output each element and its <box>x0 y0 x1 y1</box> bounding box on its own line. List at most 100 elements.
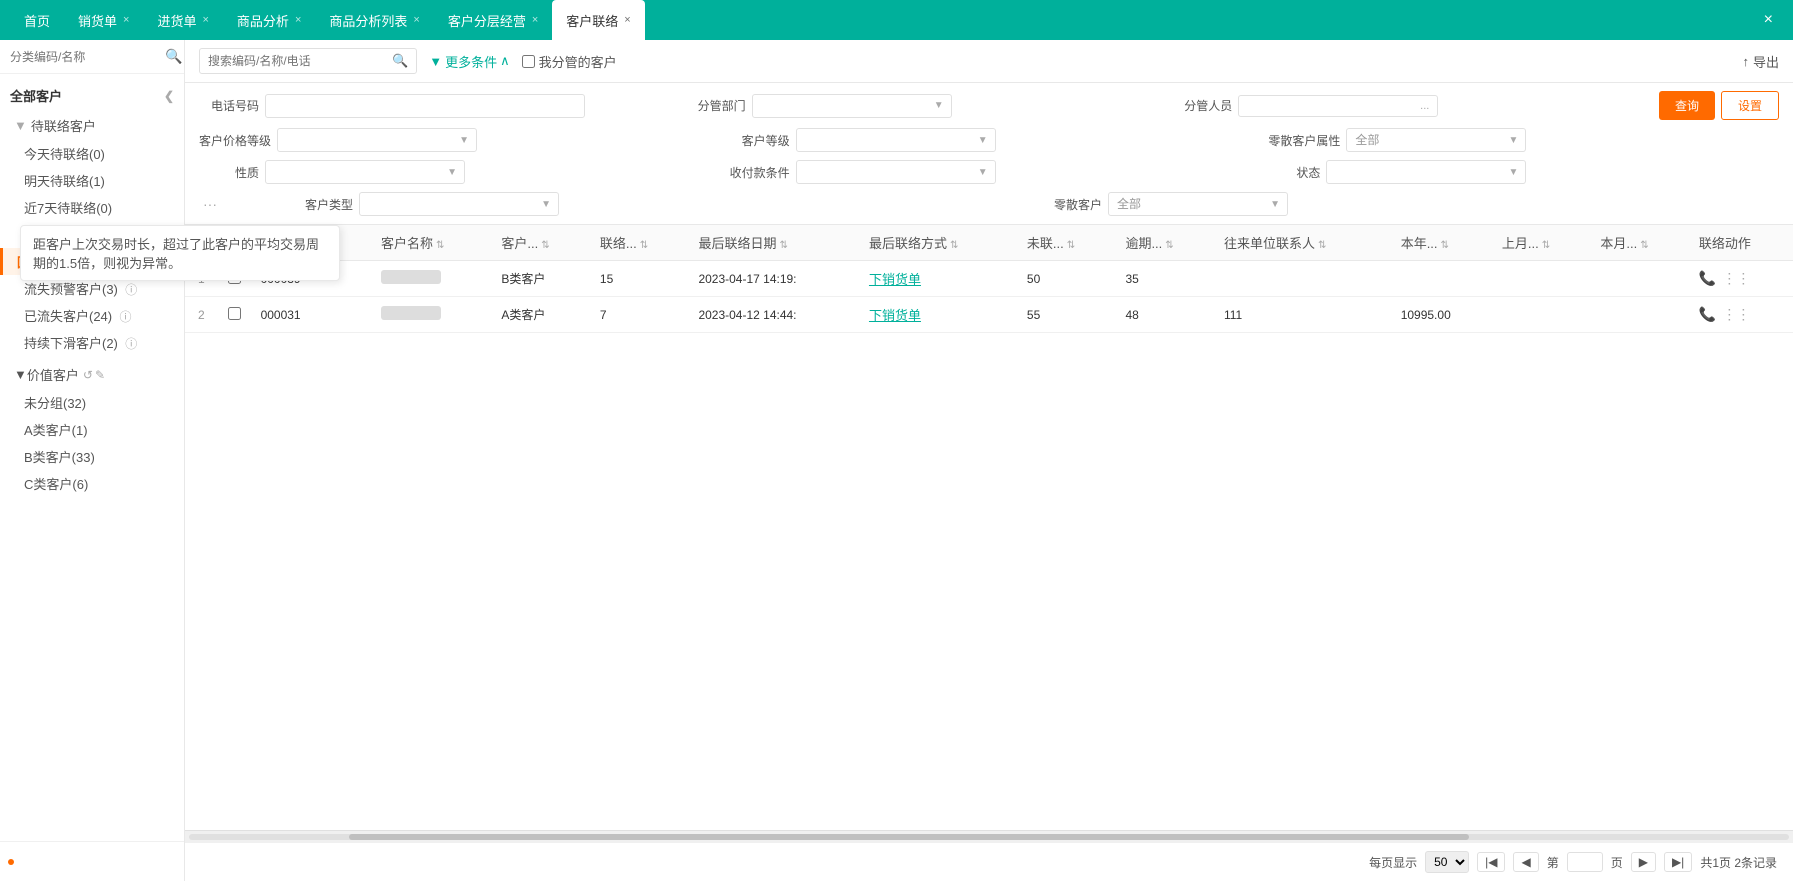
row1-more-icon[interactable]: ⋮⋮ <box>1722 270 1750 287</box>
customer-type-select[interactable] <box>359 192 559 216</box>
close-all-tabs-button[interactable]: × <box>1754 11 1783 29</box>
sidebar-item-tomorrow[interactable]: 明天待联络(1) <box>0 167 184 194</box>
dept-select[interactable] <box>752 94 952 118</box>
row2-last-method[interactable]: 下销货单 <box>859 297 1017 333</box>
filter-row-4: ··· 客户类型 ▼ 零散客户 全部 ▼ <box>199 192 1779 216</box>
close-customer-contact-icon[interactable]: × <box>624 14 630 26</box>
more-filter-btn[interactable]: ··· <box>199 196 221 212</box>
row1-overdue: 35 <box>1115 261 1214 297</box>
gender-select[interactable] <box>265 160 465 184</box>
sidebar-item-a-class[interactable]: A类客户(1) <box>0 416 184 443</box>
sidebar-tree: 全部客户 ❮ ▼ 待联络客户 今天待联络(0) 明天待联络(1) 近7天待联络(… <box>0 74 184 841</box>
scroll-thumb[interactable] <box>349 834 1469 840</box>
row2-num: 2 <box>185 297 218 333</box>
sidebar-item-7days[interactable]: 近7天待联络(0) <box>0 194 184 221</box>
sidebar-item-b-class[interactable]: B类客户(33) <box>0 443 184 470</box>
filter-price-level: 客户价格等级 ▼ <box>199 128 718 152</box>
tab-customer-seg[interactable]: 客户分层经营 × <box>434 0 552 40</box>
my-customer-checkbox[interactable] <box>522 55 535 68</box>
prev-page-button[interactable]: ◀ <box>1513 852 1538 872</box>
row1-action-buttons: 📞 ⋮⋮ <box>1699 270 1783 287</box>
tab-sales[interactable]: 销货单 × <box>64 0 143 40</box>
row1-call-icon[interactable]: 📞 <box>1699 270 1716 287</box>
row2-this-year: 10995.00 <box>1391 297 1492 333</box>
sidebar-bottom-bar <box>0 841 184 881</box>
sort-contact-icon: ⇅ <box>640 240 648 251</box>
per-page-select[interactable]: 50 <box>1425 851 1469 873</box>
close-analysis-list-icon[interactable]: × <box>413 14 419 26</box>
th-contact-person[interactable]: 往来单位联系人⇅ <box>1214 225 1391 261</box>
retail-attr-select[interactable]: 全部 <box>1346 128 1526 152</box>
horizontal-scrollbar[interactable] <box>185 830 1793 842</box>
first-page-button[interactable]: |◀ <box>1477 852 1505 872</box>
th-this-month[interactable]: 本月...⇅ <box>1590 225 1689 261</box>
th-overdue[interactable]: 逾期...⇅ <box>1115 225 1214 261</box>
th-last-date[interactable]: 最后联络日期⇅ <box>688 225 859 261</box>
tab-customer-contact[interactable]: 客户联络 × <box>552 0 644 40</box>
sidebar-search-bar: 🔍 <box>0 40 184 74</box>
sidebar-item-declining[interactable]: 持续下滑客户(2) ⓘ <box>0 329 184 356</box>
tab-purchase[interactable]: 进货单 × <box>143 0 222 40</box>
manager-ellipsis-icon[interactable]: ... <box>1420 100 1429 112</box>
th-this-year[interactable]: 本年...⇅ <box>1391 225 1492 261</box>
sidebar-group-value[interactable]: ▼ 价值客户 ↺ ✎ <box>0 360 184 389</box>
row1-name <box>371 261 491 297</box>
main-search-icon[interactable]: 🔍 <box>392 53 408 69</box>
sidebar-search-input[interactable] <box>10 50 165 64</box>
page-number-input[interactable]: 1 <box>1567 852 1603 872</box>
close-analysis-icon[interactable]: × <box>295 14 301 26</box>
row2-more-icon[interactable]: ⋮⋮ <box>1722 306 1750 323</box>
chevron-down-icon-2: ▼ <box>14 367 27 382</box>
last-page-button[interactable]: ▶| <box>1664 852 1692 872</box>
sidebar-search-icon[interactable]: 🔍 <box>165 48 182 65</box>
export-button[interactable]: ↑ 导出 <box>1742 52 1779 71</box>
customer-level-select[interactable] <box>796 128 996 152</box>
next-page-button[interactable]: ▶ <box>1631 852 1656 872</box>
tab-home[interactable]: 首页 <box>10 0 64 40</box>
chevron-up-icon: ∧ <box>500 53 510 69</box>
sidebar-item-today[interactable]: 今天待联络(0) <box>0 140 184 167</box>
th-un-contact[interactable]: 未联...⇅ <box>1017 225 1116 261</box>
row1-type: B类客户 <box>491 261 590 297</box>
row1-last-month <box>1492 261 1591 297</box>
phone-input[interactable] <box>265 94 585 118</box>
retail-customer-select[interactable]: 全部 <box>1108 192 1288 216</box>
status-select[interactable] <box>1326 160 1526 184</box>
row2-last-date: 2023-04-12 14:44: <box>688 297 859 333</box>
sidebar-group-pending[interactable]: ▼ 待联络客户 <box>0 111 184 140</box>
price-level-select[interactable] <box>277 128 477 152</box>
filter-row-3: 性质 ▼ 收付款条件 ▼ 状态 <box>199 160 1779 184</box>
th-last-month[interactable]: 上月...⇅ <box>1492 225 1591 261</box>
main-search-input[interactable] <box>208 54 388 68</box>
refresh-icon[interactable]: ↺ <box>83 368 93 382</box>
setting-button[interactable]: 设置 <box>1721 91 1779 120</box>
edit-icon[interactable]: ✎ <box>95 368 105 382</box>
sidebar-all-customers[interactable]: 全部客户 ❮ <box>0 80 184 111</box>
sidebar-item-c-class[interactable]: C类客户(6) <box>0 470 184 497</box>
payment-select[interactable] <box>796 160 996 184</box>
row2-call-icon[interactable]: 📞 <box>1699 306 1716 323</box>
filter-retail-customer: 零散客户 全部 ▼ <box>1042 192 1779 216</box>
table-scroll[interactable]: ⚙ 客户编码⇅ 客户名称⇅ 客户...⇅ 联络...⇅ 最后联络日期⇅ 最后联络… <box>185 225 1793 830</box>
more-conditions-button[interactable]: ▼ 更多条件 ∧ <box>429 52 509 71</box>
close-sales-icon[interactable]: × <box>123 14 129 26</box>
row2-overdue: 48 <box>1115 297 1214 333</box>
tab-analysis[interactable]: 商品分析 × <box>223 0 315 40</box>
th-type[interactable]: 客户...⇅ <box>491 225 590 261</box>
filter-retail-attr: 零散客户属性 全部 ▼ <box>1260 128 1779 152</box>
query-button[interactable]: 查询 <box>1659 91 1715 120</box>
manager-input[interactable] <box>1247 99 1416 113</box>
th-contact-count[interactable]: 联络...⇅ <box>590 225 689 261</box>
tab-analysis-list[interactable]: 商品分析列表 × <box>315 0 433 40</box>
sidebar-item-ungrouped[interactable]: 未分组(32) <box>0 389 184 416</box>
close-purchase-icon[interactable]: × <box>202 14 208 26</box>
th-name[interactable]: 客户名称⇅ <box>371 225 491 261</box>
orange-dot <box>8 859 14 865</box>
sidebar-collapse-icon[interactable]: ❮ <box>164 89 174 103</box>
sidebar-item-churned[interactable]: 已流失客户(24) ⓘ <box>0 302 184 329</box>
row1-last-method[interactable]: 下销货单 <box>859 261 1017 297</box>
close-customer-seg-icon[interactable]: × <box>532 14 538 26</box>
row1-this-year <box>1391 261 1492 297</box>
th-last-method[interactable]: 最后联络方式⇅ <box>859 225 1017 261</box>
row2-checkbox[interactable] <box>228 307 241 320</box>
